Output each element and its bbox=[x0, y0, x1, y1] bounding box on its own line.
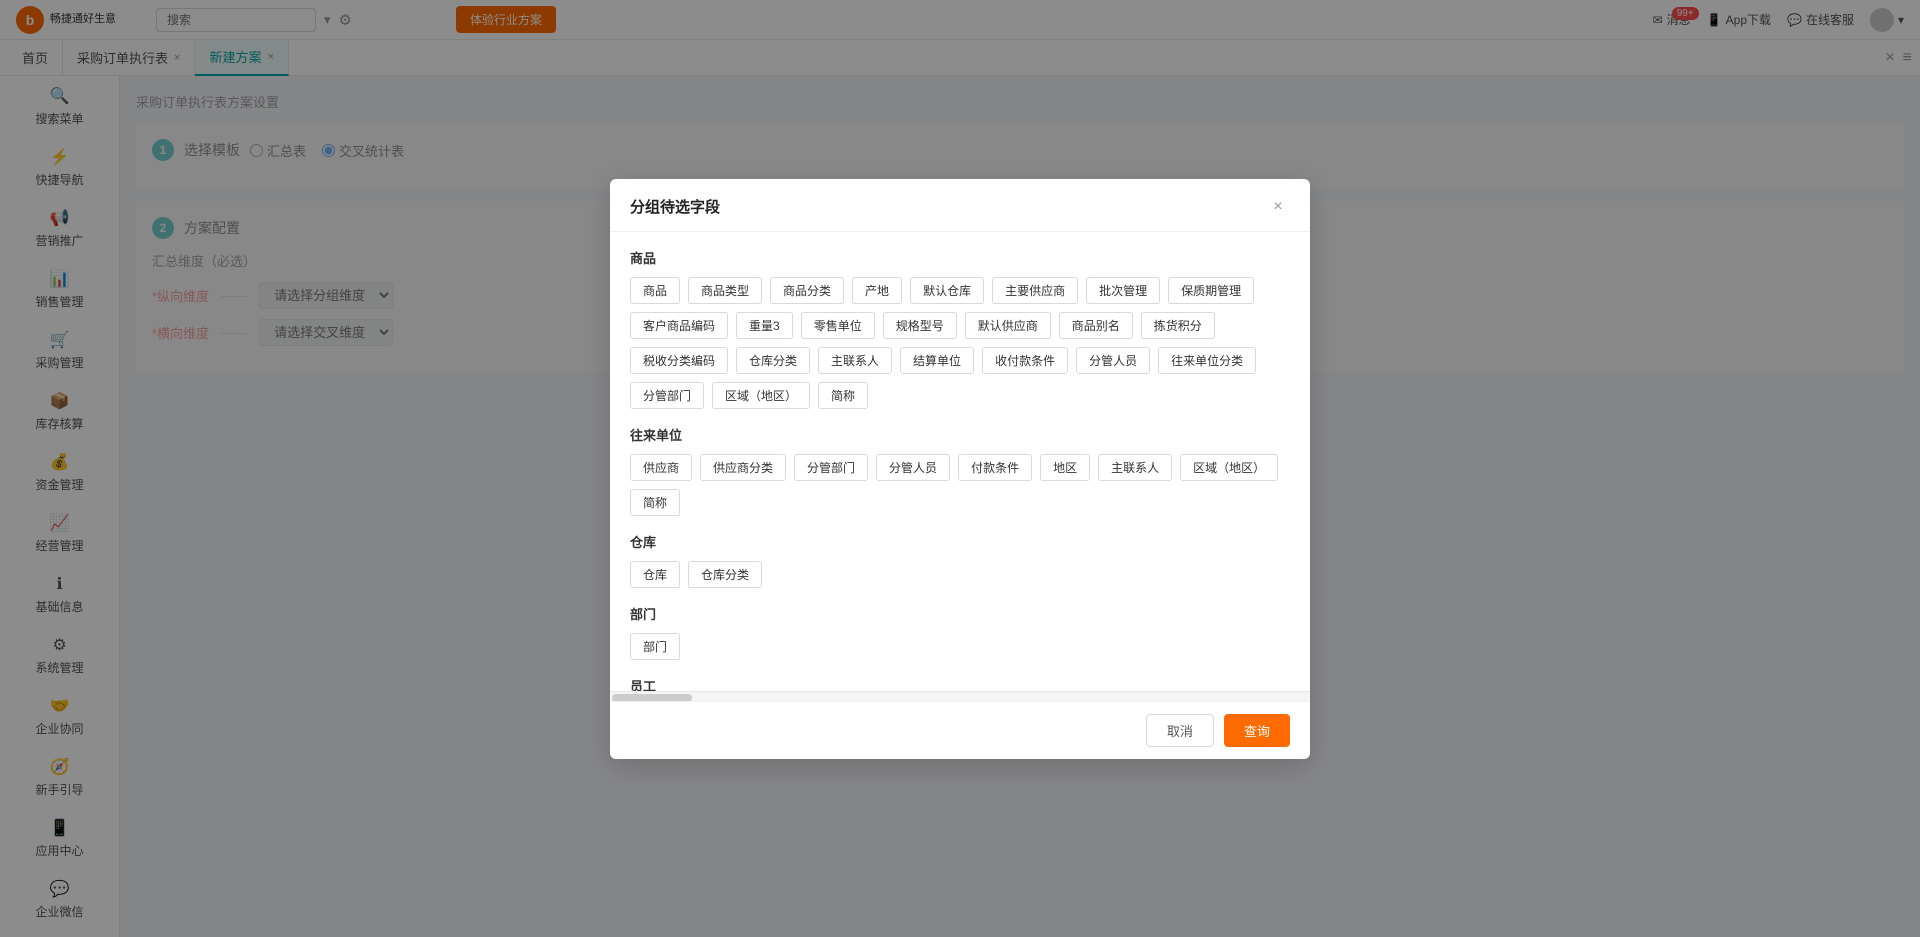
modal-close-btn[interactable]: × bbox=[1266, 195, 1290, 219]
field-tags-product: 商品商品类型商品分类产地默认仓库主要供应商批次管理保质期管理客户商品编码重量3 零… bbox=[630, 277, 1290, 409]
field-section-title-partner: 往来单位 bbox=[630, 425, 1290, 444]
field-section-warehouse: 仓库仓库仓库分类 bbox=[630, 532, 1290, 588]
field-tags-department: 部门 bbox=[630, 633, 1290, 660]
field-tag-主联系人[interactable]: 主联系人 bbox=[818, 347, 892, 374]
field-tag-分管人员[interactable]: 分管人员 bbox=[876, 454, 950, 481]
field-section-product: 商品商品商品类型商品分类产地默认仓库主要供应商批次管理保质期管理客户商品编码重量… bbox=[630, 248, 1290, 409]
field-section-title-department: 部门 bbox=[630, 604, 1290, 623]
field-tag-供应商[interactable]: 供应商 bbox=[630, 454, 692, 481]
field-tag-仓库分类[interactable]: 仓库分类 bbox=[688, 561, 762, 588]
field-tag-商品[interactable]: 商品 bbox=[630, 277, 680, 304]
modal-overlay: 分组待选字段 × 商品商品商品类型商品分类产地默认仓库主要供应商批次管理保质期管… bbox=[0, 0, 1920, 937]
field-tag-默认仓库[interactable]: 默认仓库 bbox=[910, 277, 984, 304]
field-tags-warehouse: 仓库仓库分类 bbox=[630, 561, 1290, 588]
field-tag-地区[interactable]: 地区 bbox=[1040, 454, 1090, 481]
field-tag-分管部门[interactable]: 分管部门 bbox=[630, 382, 704, 409]
field-tag-商品类型[interactable]: 商品类型 bbox=[688, 277, 762, 304]
field-tag-保质期管理[interactable]: 保质期管理 bbox=[1168, 277, 1254, 304]
field-tag-简称[interactable]: 简称 bbox=[818, 382, 868, 409]
field-tag-默认供应商[interactable]: 默认供应商 bbox=[965, 312, 1051, 339]
field-tag-客户商品编码[interactable]: 客户商品编码 bbox=[630, 312, 728, 339]
field-tag-结算单位[interactable]: 结算单位 bbox=[900, 347, 974, 374]
field-tag-商品别名[interactable]: 商品别名 bbox=[1059, 312, 1133, 339]
field-tag-分管部门[interactable]: 分管部门 bbox=[794, 454, 868, 481]
scroll-track bbox=[610, 692, 1310, 700]
field-tag-零售单位[interactable]: 零售单位 bbox=[801, 312, 875, 339]
modal-body: 商品商品商品类型商品分类产地默认仓库主要供应商批次管理保质期管理客户商品编码重量… bbox=[610, 232, 1310, 692]
field-tags-partner: 供应商供应商分类分管部门分管人员付款条件地区主联系人区域（地区） 简称 bbox=[630, 454, 1290, 516]
field-tag-主联系人[interactable]: 主联系人 bbox=[1098, 454, 1172, 481]
field-tag-简称[interactable]: 简称 bbox=[630, 489, 680, 516]
field-section-title-warehouse: 仓库 bbox=[630, 532, 1290, 551]
field-tag-仓库分类[interactable]: 仓库分类 bbox=[736, 347, 810, 374]
field-tag-拣货积分[interactable]: 拣货积分 bbox=[1141, 312, 1215, 339]
field-tag-区域（地区）[interactable]: 区域（地区） bbox=[1180, 454, 1278, 481]
field-section-title-product: 商品 bbox=[630, 248, 1290, 267]
field-tag-分管人员[interactable]: 分管人员 bbox=[1076, 347, 1150, 374]
confirm-button[interactable]: 查询 bbox=[1224, 714, 1290, 747]
field-section-employee: 员工业务员 bbox=[630, 676, 1290, 692]
cancel-button[interactable]: 取消 bbox=[1146, 714, 1214, 747]
field-section-partner: 往来单位供应商供应商分类分管部门分管人员付款条件地区主联系人区域（地区） 简称 bbox=[630, 425, 1290, 516]
modal-title: 分组待选字段 bbox=[630, 196, 720, 217]
field-select-modal: 分组待选字段 × 商品商品商品类型商品分类产地默认仓库主要供应商批次管理保质期管… bbox=[610, 179, 1310, 759]
field-tag-主要供应商[interactable]: 主要供应商 bbox=[992, 277, 1078, 304]
field-tag-区域（地区）[interactable]: 区域（地区） bbox=[712, 382, 810, 409]
modal-footer: 取消 查询 bbox=[610, 701, 1310, 759]
field-tag-付款条件[interactable]: 付款条件 bbox=[958, 454, 1032, 481]
field-tag-部门[interactable]: 部门 bbox=[630, 633, 680, 660]
field-tag-批次管理[interactable]: 批次管理 bbox=[1086, 277, 1160, 304]
field-tag-收付款条件[interactable]: 收付款条件 bbox=[982, 347, 1068, 374]
field-tag-重量3[interactable]: 重量3 bbox=[736, 312, 793, 339]
modal-scroll-x bbox=[610, 691, 1310, 700]
scroll-thumb[interactable] bbox=[612, 694, 692, 700]
modal-header: 分组待选字段 × bbox=[610, 179, 1310, 232]
field-tag-商品分类[interactable]: 商品分类 bbox=[770, 277, 844, 304]
field-tag-产地[interactable]: 产地 bbox=[852, 277, 902, 304]
field-tag-税收分类编码[interactable]: 税收分类编码 bbox=[630, 347, 728, 374]
field-tag-规格型号[interactable]: 规格型号 bbox=[883, 312, 957, 339]
field-tag-往来单位分类[interactable]: 往来单位分类 bbox=[1158, 347, 1256, 374]
field-section-title-employee: 员工 bbox=[630, 676, 1290, 692]
field-section-department: 部门部门 bbox=[630, 604, 1290, 660]
field-tag-仓库[interactable]: 仓库 bbox=[630, 561, 680, 588]
field-tag-供应商分类[interactable]: 供应商分类 bbox=[700, 454, 786, 481]
